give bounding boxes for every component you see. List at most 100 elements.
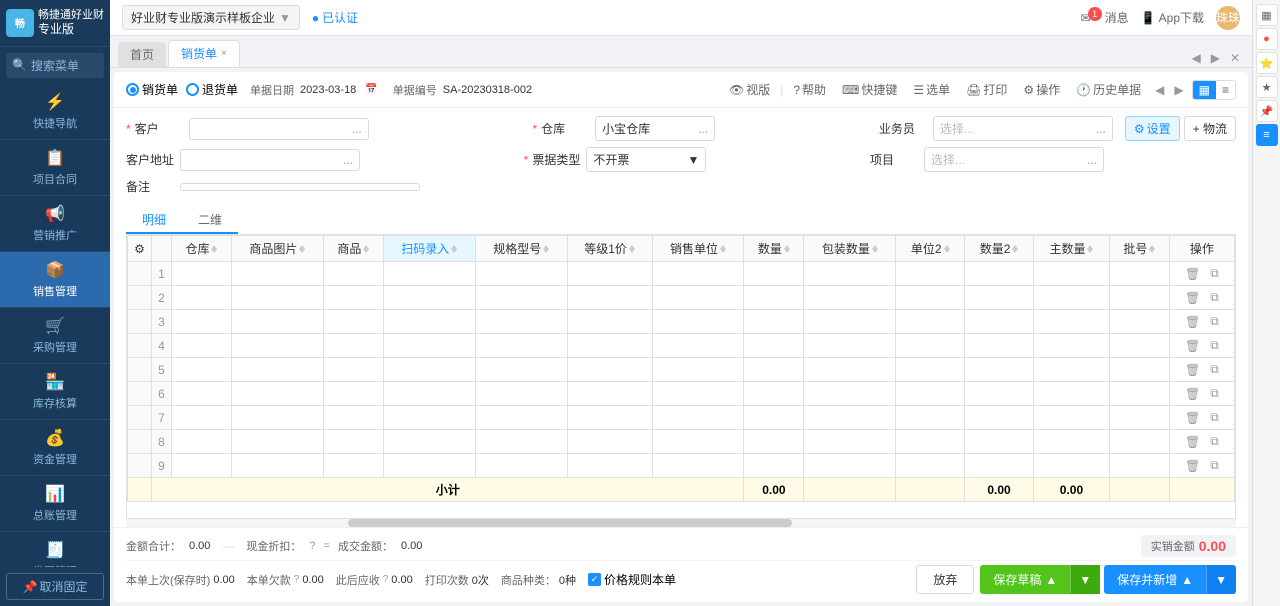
row-delete-button[interactable]: 🗑 (1182, 337, 1203, 354)
row-batch[interactable] (1109, 286, 1169, 310)
message-button[interactable]: ✉ 1 消息 (1081, 9, 1129, 26)
row-settings-icon[interactable] (128, 358, 152, 382)
row-settings-icon[interactable] (128, 430, 152, 454)
sidebar-item-invoice[interactable]: 🧾 发票管理 (0, 532, 110, 567)
row-quantity[interactable] (744, 382, 804, 406)
row-product-image[interactable] (231, 286, 323, 310)
row-spec[interactable] (475, 310, 567, 334)
row-main-qty[interactable] (1033, 310, 1109, 334)
search-menu-button[interactable]: 🔍 搜索菜单 (6, 53, 104, 78)
discount-help-icon[interactable]: ? (309, 540, 315, 552)
quantity-col-header[interactable]: 数量 (744, 236, 804, 262)
row-product-image[interactable] (231, 310, 323, 334)
row-delete-button[interactable]: 🗑 (1182, 313, 1203, 330)
row-warehouse[interactable] (172, 430, 232, 454)
qty2-col-header[interactable]: 数量2 (965, 236, 1034, 262)
row-batch[interactable] (1109, 382, 1169, 406)
batch-entry-col-header[interactable]: 扫码录入 (383, 236, 475, 262)
row-pkg-qty[interactable] (804, 454, 896, 478)
row-qty2[interactable] (965, 334, 1034, 358)
row-main-qty[interactable] (1033, 334, 1109, 358)
row-spec[interactable] (475, 286, 567, 310)
save-draft-button[interactable]: 保存草稿 ▲ (980, 565, 1070, 594)
row-unit2[interactable] (896, 358, 965, 382)
receivable-help-icon[interactable]: ? (383, 574, 389, 585)
row-quantity[interactable] (744, 358, 804, 382)
row-qty2[interactable] (965, 358, 1034, 382)
row-settings-icon[interactable] (128, 406, 152, 430)
row-spec[interactable] (475, 382, 567, 406)
right-panel-btn-2[interactable]: ● (1256, 28, 1278, 50)
history-button[interactable]: 🕐 历史单据 (1070, 78, 1147, 101)
product-col-header[interactable]: 商品 (323, 236, 383, 262)
row-product[interactable] (323, 406, 383, 430)
project-input[interactable]: 选择... ... (924, 147, 1104, 172)
row-qty2[interactable] (965, 310, 1034, 334)
row-pkg-qty[interactable] (804, 430, 896, 454)
row-settings-icon[interactable] (128, 262, 152, 286)
sales-unit-col-header[interactable]: 销售单位 (652, 236, 744, 262)
row-sales-unit[interactable] (652, 382, 744, 406)
form-next-button[interactable]: ▶ (1170, 81, 1187, 99)
save-new-button[interactable]: 保存并新增 ▲ (1104, 565, 1206, 594)
sidebar-item-project-contract[interactable]: 📋 项目合同 (0, 140, 110, 196)
row-delete-button[interactable]: 🗑 (1182, 409, 1203, 426)
sidebar-item-inventory[interactable]: 🏪 库存核算 (0, 364, 110, 420)
view-button[interactable]: 👁 视版 (723, 78, 776, 101)
row-product[interactable] (323, 286, 383, 310)
price-rule-checkbox[interactable]: ✓ 价格规则本单 (588, 571, 676, 588)
row-price-level[interactable] (567, 358, 652, 382)
row-batch-entry[interactable] (383, 382, 475, 406)
row-spec[interactable] (475, 262, 567, 286)
row-price-level[interactable] (567, 406, 652, 430)
setup-button[interactable]: ⚙ 设置 (1125, 116, 1180, 141)
row-price-level[interactable] (567, 310, 652, 334)
settings-col-header[interactable]: ⚙ (128, 236, 152, 262)
save-new-dropdown-button[interactable]: ▼ (1206, 565, 1236, 594)
row-main-qty[interactable] (1033, 358, 1109, 382)
row-delete-button[interactable]: 🗑 (1182, 361, 1203, 378)
row-settings-icon[interactable] (128, 454, 152, 478)
row-batch[interactable] (1109, 454, 1169, 478)
tab-close-all-button[interactable]: ✕ (1226, 49, 1244, 67)
row-product-image[interactable] (231, 454, 323, 478)
detail-table-wrapper[interactable]: ⚙ 仓库 商品图片 商品 扫码录入 (126, 234, 1236, 519)
row-batch[interactable] (1109, 430, 1169, 454)
row-copy-button[interactable]: ⧉ (1207, 337, 1222, 354)
horizontal-scrollbar[interactable] (126, 519, 1236, 527)
row-copy-button[interactable]: ⧉ (1207, 361, 1222, 378)
row-unit2[interactable] (896, 454, 965, 478)
date-picker-button[interactable]: 📅 (362, 83, 380, 96)
row-batch-entry[interactable] (383, 454, 475, 478)
company-selector[interactable]: 好业财专业版演示样板企业 ▼ (122, 5, 300, 30)
row-settings-icon[interactable] (128, 286, 152, 310)
row-delete-button[interactable]: 🗑 (1182, 457, 1203, 474)
row-main-qty[interactable] (1033, 430, 1109, 454)
row-quantity[interactable] (744, 334, 804, 358)
user-avatar-button[interactable]: 珠珠 (1216, 6, 1240, 30)
row-warehouse[interactable] (172, 286, 232, 310)
tab-sales-order[interactable]: 销货单 × (168, 40, 240, 67)
view-toggle-list[interactable]: ≡ (1216, 81, 1235, 99)
row-batch-entry[interactable] (383, 430, 475, 454)
row-price-level[interactable] (567, 334, 652, 358)
tab-erwei[interactable]: 二维 (182, 207, 238, 234)
operation-button[interactable]: ⚙ 操作 (1017, 78, 1066, 101)
row-unit2[interactable] (896, 286, 965, 310)
warehouse-col-header[interactable]: 仓库 (172, 236, 232, 262)
row-spec[interactable] (475, 430, 567, 454)
row-unit2[interactable] (896, 382, 965, 406)
row-pkg-qty[interactable] (804, 358, 896, 382)
tab-home[interactable]: 首页 (118, 42, 166, 67)
pkg-qty-col-header[interactable]: 包装数量 (804, 236, 896, 262)
row-main-qty[interactable] (1033, 406, 1109, 430)
row-product[interactable] (323, 262, 383, 286)
row-batch-entry[interactable] (383, 262, 475, 286)
cancel-fixed-button[interactable]: 📌 取消固定 (6, 573, 104, 600)
row-spec[interactable] (475, 454, 567, 478)
row-pkg-qty[interactable] (804, 262, 896, 286)
batch-col-header[interactable]: 批号 (1109, 236, 1169, 262)
row-quantity[interactable] (744, 262, 804, 286)
row-sales-unit[interactable] (652, 454, 744, 478)
note-input[interactable] (180, 183, 420, 191)
